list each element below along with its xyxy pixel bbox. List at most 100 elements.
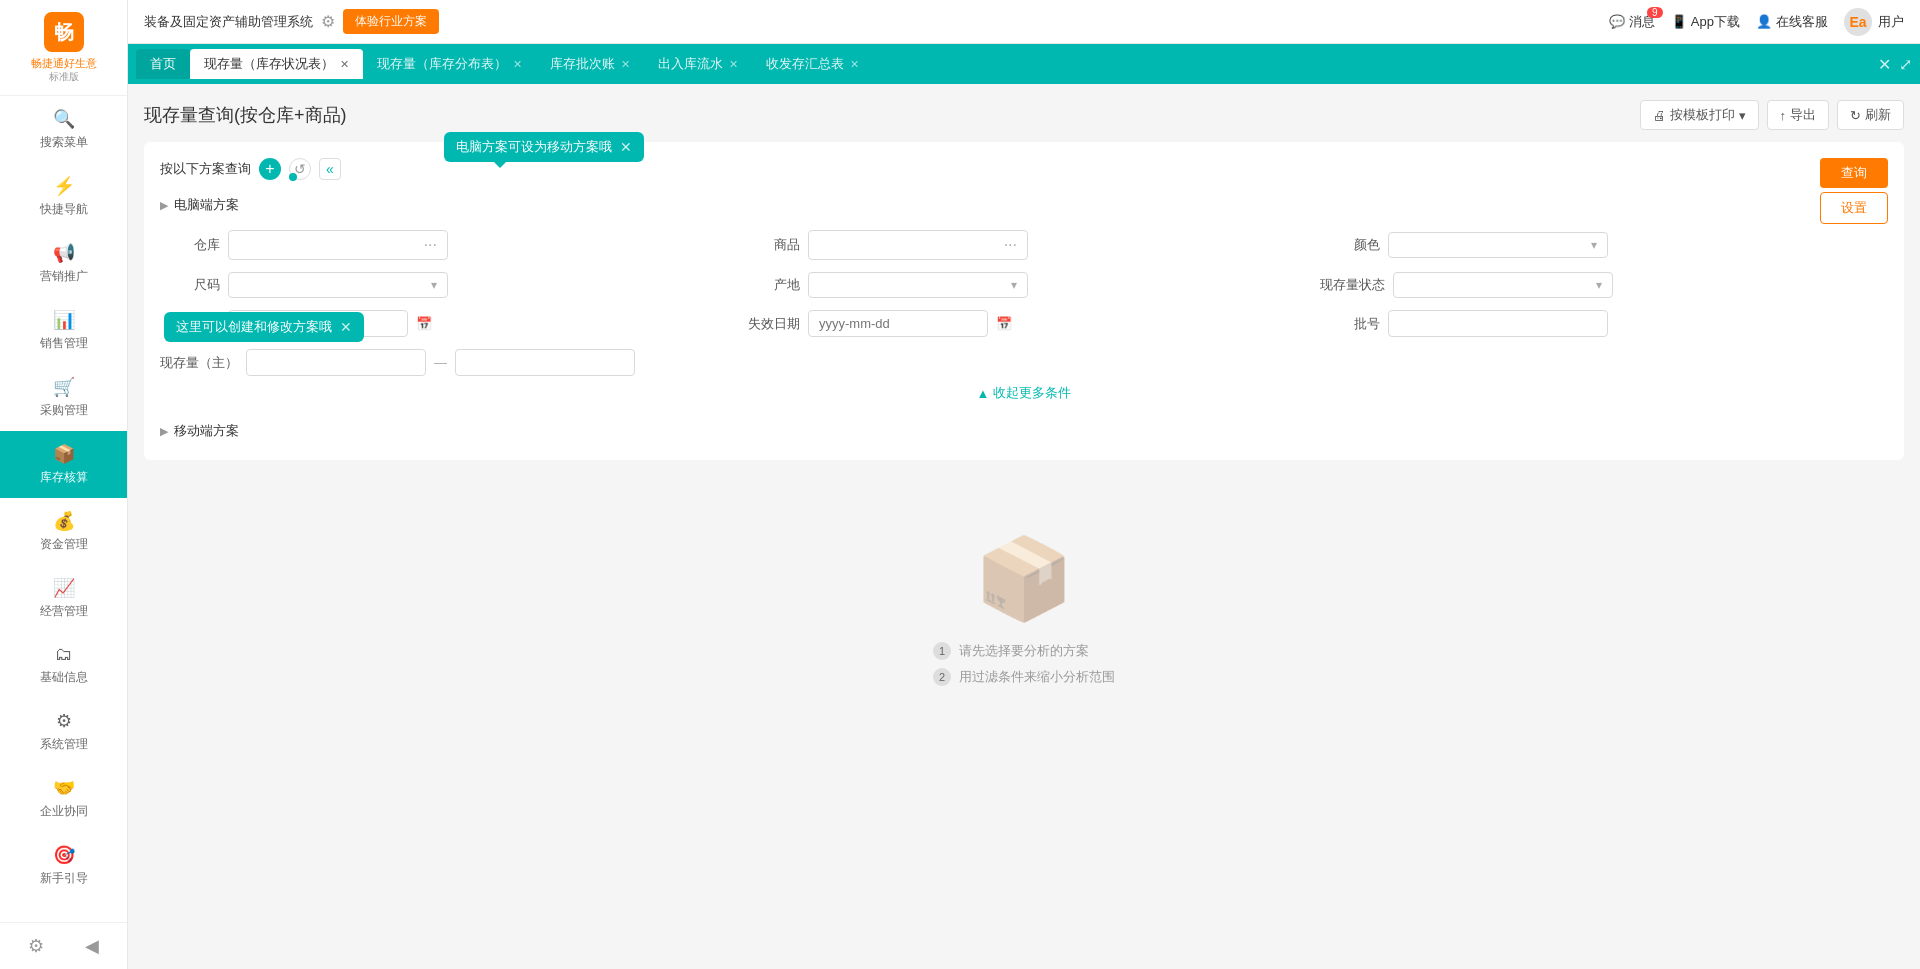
- purchase-icon: 🛒: [53, 376, 75, 398]
- sidebar-item-purchase[interactable]: 🛒 采购管理: [0, 364, 127, 431]
- warehouse-dots-icon[interactable]: ···: [424, 236, 437, 254]
- collapse-up-icon: ▲: [977, 386, 990, 401]
- size-select[interactable]: ▾: [228, 272, 448, 298]
- stock-main-from-input[interactable]: [246, 349, 426, 376]
- main-content: 现存量查询(按仓库+商品) 🖨 按模板打印 ▾ ↑ 导出 ↻ 刷新: [128, 84, 1920, 969]
- filter-row-3: 生产日期 📅 失效日期 📅 批号: [160, 310, 1888, 337]
- product-dots-icon[interactable]: ···: [1004, 236, 1017, 254]
- filter-add-button[interactable]: +: [259, 158, 281, 180]
- print-chevron-icon: ▾: [1739, 108, 1746, 123]
- filter-group-warehouse: 仓库 ···: [160, 230, 728, 260]
- sidebar-item-guide[interactable]: 🎯 新手引导: [0, 832, 127, 899]
- filter-row-1: 仓库 ··· 商品 ··· 颜色: [160, 230, 1888, 260]
- filter-back-button[interactable]: «: [319, 158, 341, 180]
- page-content: 现存量查询(按仓库+商品) 🖨 按模板打印 ▾ ↑ 导出 ↻ 刷新: [128, 84, 1920, 969]
- guide-icon: 🎯: [53, 844, 75, 866]
- produce-date-calendar-icon[interactable]: 📅: [416, 316, 432, 331]
- empty-hint-2: 2 用过滤条件来缩小分析范围: [933, 668, 1115, 686]
- filter-group-product: 商品 ···: [740, 230, 1308, 260]
- close-all-tabs-icon[interactable]: ✕: [1878, 55, 1891, 74]
- app-download-button[interactable]: 📱 App下载: [1671, 13, 1740, 31]
- filter-label: 按以下方案查询: [160, 160, 251, 178]
- logo-text: 畅捷通好生意 标准版: [31, 56, 97, 83]
- collapse-sidebar-icon[interactable]: ◀: [85, 935, 99, 957]
- dot-indicator: [289, 173, 297, 181]
- expire-date-input[interactable]: [808, 310, 988, 337]
- scheme-mobile-label: 移动端方案: [174, 422, 239, 440]
- filter-group-expire-date: 失效日期 📅: [740, 310, 1308, 337]
- page-title: 现存量查询(按仓库+商品): [144, 103, 347, 127]
- settings-gear-icon[interactable]: ⚙: [321, 12, 335, 31]
- origin-chevron-icon: ▾: [1011, 278, 1017, 292]
- filter-group-color: 颜色 ▾: [1320, 232, 1888, 258]
- tab-inout[interactable]: 出入库流水 ✕: [644, 49, 752, 79]
- collapse-bar[interactable]: ▲ 收起更多条件: [160, 376, 1888, 410]
- color-select[interactable]: ▾: [1388, 232, 1608, 258]
- tab-close-inventory-status[interactable]: ✕: [340, 58, 349, 71]
- inventory-icon: 📦: [53, 443, 75, 465]
- marketing-icon: 📢: [53, 242, 75, 264]
- fullscreen-icon[interactable]: ⤢: [1899, 55, 1912, 74]
- tab-close-batch[interactable]: ✕: [621, 58, 630, 71]
- hint-num-2: 2: [933, 668, 951, 686]
- expire-date-calendar-icon[interactable]: 📅: [996, 316, 1012, 331]
- scheme-desktop-arrow: ▶: [160, 199, 168, 212]
- query-actions: 查询 设置: [1820, 158, 1888, 224]
- tabs-right-controls: ✕ ⤢: [1878, 55, 1912, 74]
- empty-hint-1: 1 请先选择要分析的方案: [933, 642, 1115, 660]
- sidebar-item-basic[interactable]: 🗂 基础信息: [0, 632, 127, 698]
- scheme-mobile[interactable]: ▶ 移动端方案: [160, 418, 1888, 444]
- query-button[interactable]: 查询: [1820, 158, 1888, 188]
- tab-inventory-status[interactable]: 现存量（库存状况表） ✕: [190, 49, 363, 79]
- basic-icon: 🗂: [55, 644, 73, 665]
- stock-status-label: 现存量状态: [1320, 276, 1385, 294]
- tab-home[interactable]: 首页: [136, 49, 190, 79]
- size-label: 尺码: [160, 276, 220, 294]
- trial-button[interactable]: 体验行业方案: [343, 9, 439, 34]
- tab-batch[interactable]: 库存批次账 ✕: [536, 49, 644, 79]
- tab-inventory-dist[interactable]: 现存量（库存分布表） ✕: [363, 49, 536, 79]
- sidebar-item-inventory[interactable]: 📦 库存核算: [0, 431, 127, 498]
- tab-collection[interactable]: 收发存汇总表 ✕: [752, 49, 873, 79]
- sidebar-item-quick[interactable]: ⚡ 快捷导航: [0, 163, 127, 230]
- system-icon: ⚙: [56, 710, 72, 732]
- scheme-desktop[interactable]: ▶ 电脑端方案: [160, 192, 1888, 218]
- print-button[interactable]: 🖨 按模板打印 ▾: [1640, 100, 1759, 130]
- stock-main-label: 现存量（主）: [160, 354, 238, 372]
- page-actions: 🖨 按模板打印 ▾ ↑ 导出 ↻ 刷新: [1640, 100, 1905, 130]
- message-button[interactable]: 💬 消息 9: [1609, 13, 1655, 31]
- tab-close-collection[interactable]: ✕: [850, 58, 859, 71]
- refresh-button[interactable]: ↻ 刷新: [1837, 100, 1904, 130]
- message-icon: 💬: [1609, 14, 1625, 29]
- settings-bottom-icon[interactable]: ⚙: [28, 935, 44, 957]
- hint-num-1: 1: [933, 642, 951, 660]
- sidebar-item-system[interactable]: ⚙ 系统管理: [0, 698, 127, 765]
- page-titlebar: 现存量查询(按仓库+商品) 🖨 按模板打印 ▾ ↑ 导出 ↻ 刷新: [144, 100, 1904, 130]
- tab-close-inventory-dist[interactable]: ✕: [513, 58, 522, 71]
- export-button[interactable]: ↑ 导出: [1767, 100, 1830, 130]
- sidebar-item-sales[interactable]: 📊 销售管理: [0, 297, 127, 364]
- scheme-mobile-arrow: ▶: [160, 425, 168, 438]
- filter-panel: 电脑方案可设为移动方案哦 ✕ 这里可以创建和修改方案哦 ✕ 按以下方案查询 + …: [144, 142, 1904, 460]
- batch-input[interactable]: [1388, 310, 1608, 337]
- tab-close-inout[interactable]: ✕: [729, 58, 738, 71]
- stock-main-to-input[interactable]: [455, 349, 635, 376]
- warehouse-select[interactable]: ···: [228, 230, 448, 260]
- tooltip2-close-icon[interactable]: ✕: [340, 319, 352, 335]
- stock-status-select[interactable]: ▾: [1393, 272, 1613, 298]
- online-service-button[interactable]: 👤 在线客服: [1756, 13, 1828, 31]
- export-icon: ↑: [1780, 108, 1787, 123]
- settings-button[interactable]: 设置: [1820, 192, 1888, 224]
- user-menu[interactable]: Ea 用户: [1844, 8, 1904, 36]
- quick-icon: ⚡: [53, 175, 75, 197]
- sidebar-item-marketing[interactable]: 📢 营销推广: [0, 230, 127, 297]
- sidebar-item-operations[interactable]: 📈 经营管理: [0, 565, 127, 632]
- origin-select[interactable]: ▾: [808, 272, 1028, 298]
- sidebar-item-finance[interactable]: 💰 资金管理: [0, 498, 127, 565]
- sidebar-item-enterprise[interactable]: 🤝 企业协同: [0, 765, 127, 832]
- sidebar-item-search[interactable]: 🔍 搜索菜单: [0, 96, 127, 163]
- origin-label: 产地: [740, 276, 800, 294]
- product-select[interactable]: ···: [808, 230, 1028, 260]
- user-avatar: Ea: [1844, 8, 1872, 36]
- tooltip1-close-icon[interactable]: ✕: [620, 139, 632, 155]
